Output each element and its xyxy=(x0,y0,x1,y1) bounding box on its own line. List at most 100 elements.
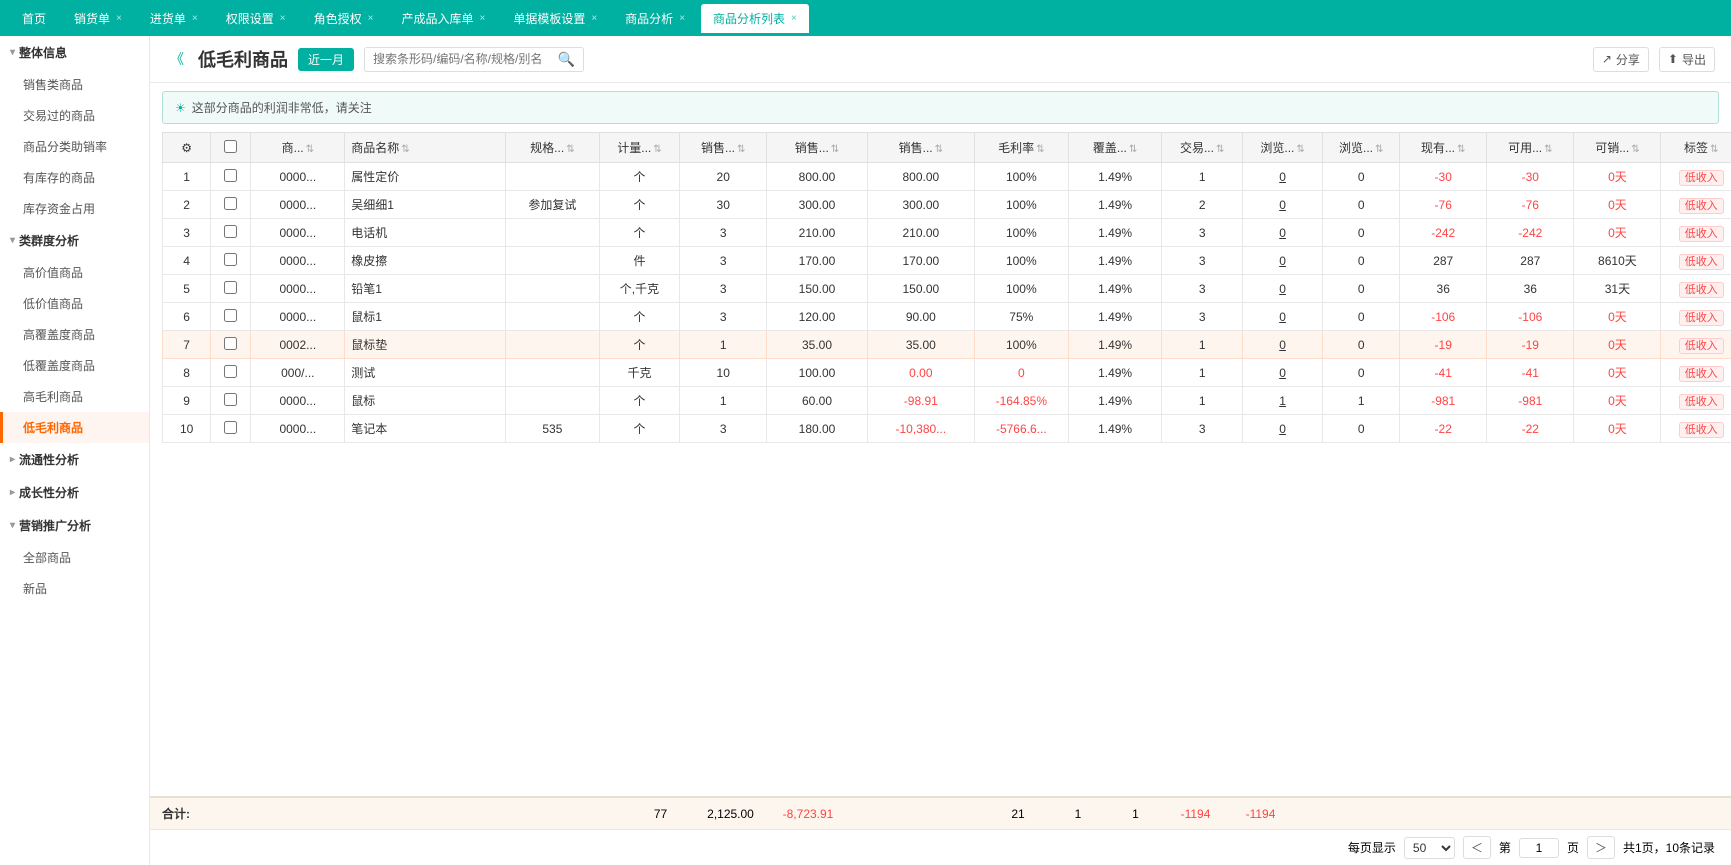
col-header-coverage[interactable]: 覆盖...⇅ xyxy=(1068,133,1162,163)
row-view1[interactable]: 0 xyxy=(1242,331,1322,359)
row-checkbox[interactable] xyxy=(224,421,237,434)
sort-icon[interactable]: ⇅ xyxy=(1129,144,1137,155)
col-header-code[interactable]: 商...⇅ xyxy=(251,133,345,163)
sidebar-item-new-goods[interactable]: 新品 xyxy=(0,573,149,604)
sidebar-group-overall[interactable]: ▾ 整体信息 xyxy=(0,36,149,69)
row-view1[interactable]: 0 xyxy=(1242,359,1322,387)
row-checkbox-cell[interactable] xyxy=(211,303,251,331)
sort-icon[interactable]: ⇅ xyxy=(1296,144,1304,155)
search-input[interactable] xyxy=(373,52,552,66)
row-view1[interactable]: 0 xyxy=(1242,191,1322,219)
row-view1[interactable]: 0 xyxy=(1242,163,1322,191)
close-icon[interactable]: × xyxy=(791,13,797,24)
row-view1[interactable]: 0 xyxy=(1242,303,1322,331)
nav-home[interactable]: 首页 xyxy=(10,4,58,33)
row-checkbox-cell[interactable] xyxy=(211,191,251,219)
close-icon[interactable]: × xyxy=(591,13,597,24)
sidebar-item-high-gross[interactable]: 高毛利商品 xyxy=(0,381,149,412)
row-checkbox[interactable] xyxy=(224,281,237,294)
sort-icon[interactable]: ⇅ xyxy=(831,144,839,155)
row-checkbox[interactable] xyxy=(224,253,237,266)
sort-icon[interactable]: ⇅ xyxy=(935,144,943,155)
sort-icon[interactable]: ⇅ xyxy=(306,144,314,155)
settings-icon[interactable]: ⚙ xyxy=(181,141,192,155)
row-checkbox[interactable] xyxy=(224,169,237,182)
col-header-current-stock[interactable]: 现有...⇅ xyxy=(1400,133,1487,163)
sort-icon[interactable]: ⇅ xyxy=(566,144,574,155)
col-header-transaction[interactable]: 交易...⇅ xyxy=(1162,133,1242,163)
close-icon[interactable]: × xyxy=(280,13,286,24)
close-icon[interactable]: × xyxy=(679,13,685,24)
row-checkbox[interactable] xyxy=(224,197,237,210)
col-header-available-stock[interactable]: 可用...⇅ xyxy=(1487,133,1574,163)
sort-icon[interactable]: ⇅ xyxy=(1544,144,1552,155)
sort-icon[interactable]: ⇅ xyxy=(401,144,409,155)
nav-template-settings[interactable]: 单据模板设置 × xyxy=(501,4,609,33)
col-header-view2[interactable]: 浏览...⇅ xyxy=(1323,133,1400,163)
col-header-sale-amount[interactable]: 销售...⇅ xyxy=(767,133,867,163)
prev-page-button[interactable]: ＜ xyxy=(1463,836,1491,859)
select-all-checkbox[interactable] xyxy=(224,140,237,153)
sidebar-item-high-coverage[interactable]: 高覆盖度商品 xyxy=(0,319,149,350)
sort-icon[interactable]: ⇅ xyxy=(1375,144,1383,155)
col-header-unit[interactable]: 计量...⇅ xyxy=(599,133,679,163)
row-view1[interactable]: 0 xyxy=(1242,247,1322,275)
sort-icon[interactable]: ⇅ xyxy=(1036,144,1044,155)
row-checkbox-cell[interactable] xyxy=(211,331,251,359)
row-checkbox-cell[interactable] xyxy=(211,219,251,247)
sidebar-item-low-gross[interactable]: 低毛利商品 xyxy=(0,412,149,443)
row-checkbox-cell[interactable] xyxy=(211,359,251,387)
nav-purchase[interactable]: 进货单 × xyxy=(138,4,210,33)
sort-icon[interactable]: ⇅ xyxy=(1457,144,1465,155)
sidebar-item-category-rate[interactable]: 商品分类助销率 xyxy=(0,131,149,162)
nav-product-analysis-list[interactable]: 商品分析列表 × xyxy=(701,4,809,33)
col-header-sale-qty[interactable]: 销售...⇅ xyxy=(680,133,767,163)
page-number-input[interactable] xyxy=(1519,838,1559,858)
sidebar-item-all-goods[interactable]: 全部商品 xyxy=(0,542,149,573)
nav-permissions[interactable]: 权限设置 × xyxy=(214,4,298,33)
close-icon[interactable]: × xyxy=(116,13,122,24)
col-header-name[interactable]: 商品名称⇅ xyxy=(345,133,506,163)
col-header-view1[interactable]: 浏览...⇅ xyxy=(1242,133,1322,163)
row-checkbox[interactable] xyxy=(224,225,237,238)
col-header-spec[interactable]: 规格...⇅ xyxy=(505,133,599,163)
sidebar-item-sales-goods[interactable]: 销售类商品 xyxy=(0,69,149,100)
nav-product-analysis[interactable]: 商品分析 × xyxy=(613,4,697,33)
col-header-checkbox[interactable] xyxy=(211,133,251,163)
row-checkbox-cell[interactable] xyxy=(211,415,251,443)
sidebar-group-circulation[interactable]: ▸ 流通性分析 xyxy=(0,443,149,476)
sidebar-group-marketing[interactable]: ▾ 营销推广分析 xyxy=(0,509,149,542)
row-checkbox[interactable] xyxy=(224,393,237,406)
sort-icon[interactable]: ⇅ xyxy=(653,144,661,155)
row-checkbox[interactable] xyxy=(224,309,237,322)
filter-button[interactable]: 近一月 xyxy=(298,48,354,71)
nav-roles[interactable]: 角色授权 × xyxy=(302,4,386,33)
row-view1[interactable]: 0 xyxy=(1242,275,1322,303)
row-view1[interactable]: 0 xyxy=(1242,415,1322,443)
sort-icon[interactable]: ⇅ xyxy=(1216,144,1224,155)
close-icon[interactable]: × xyxy=(192,13,198,24)
sidebar-item-in-stock[interactable]: 有库存的商品 xyxy=(0,162,149,193)
sidebar-item-capital[interactable]: 库存资金占用 xyxy=(0,193,149,224)
sidebar-item-low-value[interactable]: 低价值商品 xyxy=(0,288,149,319)
nav-sales[interactable]: 销货单 × xyxy=(62,4,134,33)
sidebar-item-low-coverage[interactable]: 低覆盖度商品 xyxy=(0,350,149,381)
row-checkbox-cell[interactable] xyxy=(211,275,251,303)
row-checkbox-cell[interactable] xyxy=(211,163,251,191)
col-header-gross-rate[interactable]: 毛利率⇅ xyxy=(974,133,1068,163)
row-view1[interactable]: 0 xyxy=(1242,219,1322,247)
per-page-select[interactable]: 50 20 100 xyxy=(1404,837,1455,859)
nav-product-entry[interactable]: 产成品入库单 × xyxy=(389,4,497,33)
sidebar-group-cluster[interactable]: ▾ 类群度分析 xyxy=(0,224,149,257)
sort-icon[interactable]: ⇅ xyxy=(737,144,745,155)
sidebar-item-traded-goods[interactable]: 交易过的商品 xyxy=(0,100,149,131)
row-view1[interactable]: 1 xyxy=(1242,387,1322,415)
next-page-button[interactable]: ＞ xyxy=(1587,836,1615,859)
col-header-saleable-days[interactable]: 可销...⇅ xyxy=(1574,133,1661,163)
export-button[interactable]: ⬆ 导出 xyxy=(1659,47,1715,72)
col-header-settings[interactable]: ⚙ xyxy=(163,133,211,163)
row-checkbox[interactable] xyxy=(224,337,237,350)
sidebar-group-growth[interactable]: ▸ 成长性分析 xyxy=(0,476,149,509)
share-button[interactable]: ↗ 分享 xyxy=(1593,47,1649,72)
sort-icon[interactable]: ⇅ xyxy=(1631,144,1639,155)
